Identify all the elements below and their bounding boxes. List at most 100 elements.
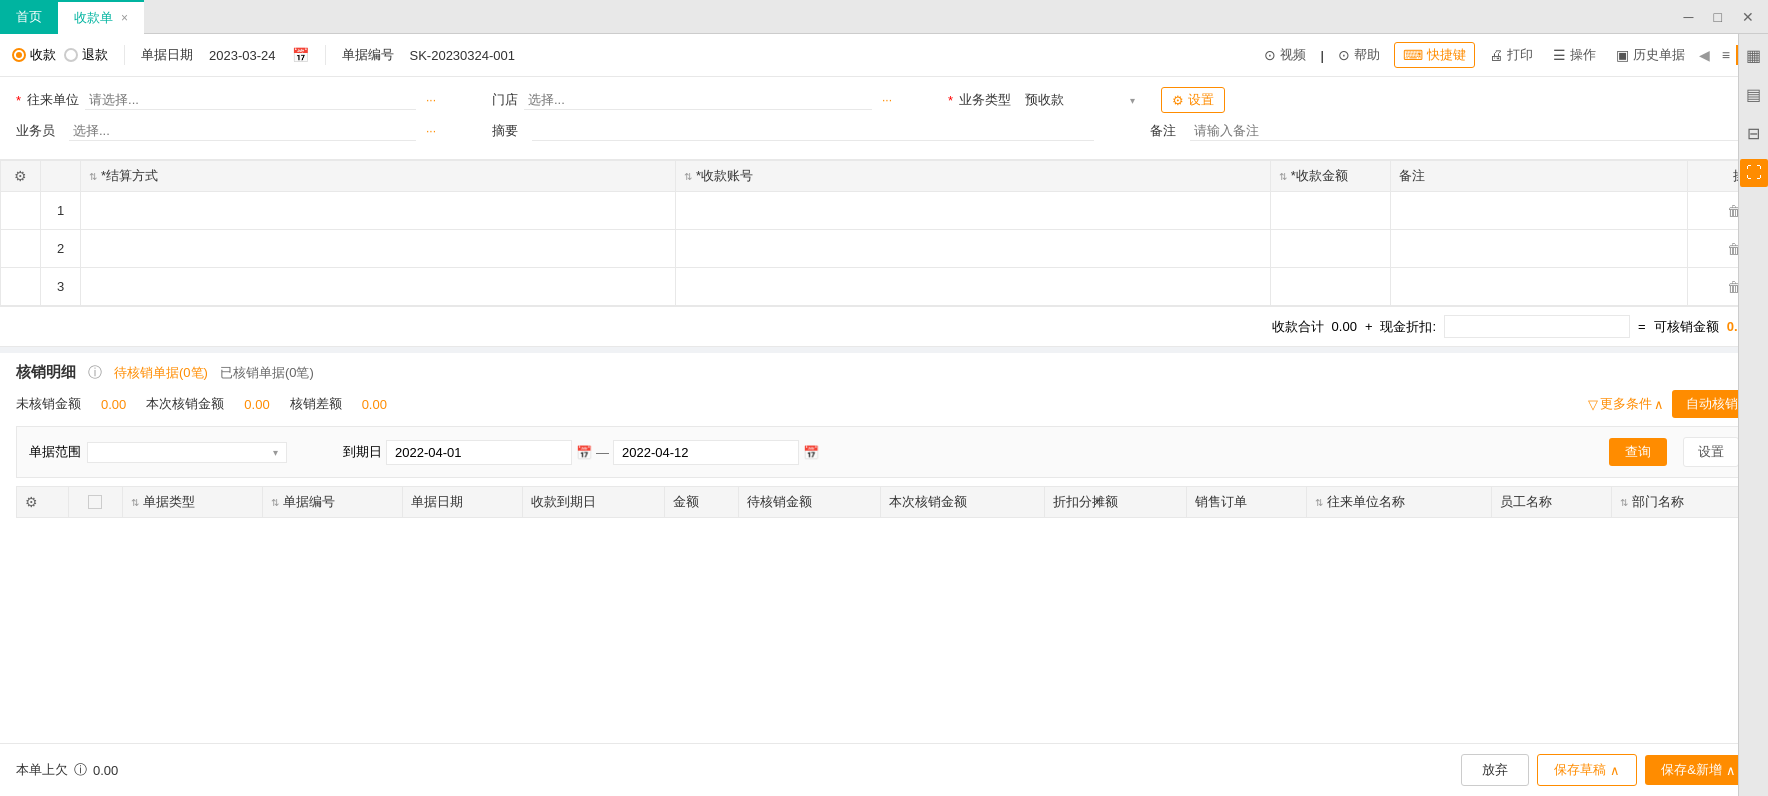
help-label: 帮助 <box>1354 46 1380 64</box>
bottom-table-wrapper: ⚙ ⇅ 单据类型 <box>16 486 1752 518</box>
td-settings-2 <box>1 230 41 268</box>
th-remark-label: 备注 <box>1399 168 1425 183</box>
pending-tab[interactable]: 待核销单据(0笔) <box>114 364 208 382</box>
video-button[interactable]: ⊙ 视频 <box>1258 44 1312 66</box>
calendar-start-icon[interactable]: 📅 <box>576 445 592 460</box>
table-row: 3 🗑 ⧉ <box>1 268 1768 306</box>
form-section: * 往来单位 ··· 门店 ··· * 业务类型 预收款 ▾ ⚙ 设置 <box>0 77 1768 160</box>
calendar-icon[interactable]: 📅 <box>292 47 309 63</box>
td-settlement-3[interactable] <box>81 268 676 306</box>
date-value: 2023-03-24 <box>209 48 276 63</box>
sidebar-icon-3[interactable]: ⊟ <box>1743 120 1764 147</box>
history-button[interactable]: ▣ 历史单据 <box>1610 44 1691 66</box>
calendar-end-icon[interactable]: 📅 <box>803 445 819 460</box>
bill-range-arrow-icon: ▾ <box>273 447 278 458</box>
store-input[interactable] <box>524 90 872 110</box>
td-remark-1[interactable] <box>1390 192 1687 230</box>
due-date-end-input[interactable] <box>613 440 799 465</box>
list-view-icon[interactable]: ≡ <box>1718 45 1734 65</box>
bill-range-select[interactable]: ▾ <box>87 442 287 463</box>
discount-input[interactable] <box>1444 315 1630 338</box>
date-separator: — <box>596 445 609 460</box>
tab-home[interactable]: 首页 <box>0 0 58 34</box>
bth-pending-amount: 待核销金额 <box>739 487 881 518</box>
save-new-label: 保存&新增 <box>1661 761 1722 779</box>
remark-input[interactable] <box>1190 121 1752 141</box>
verify-section: 核销明细 ⓘ 待核销单据(0笔) 已核销单据(0笔) 未核销金额 0.00 本次… <box>0 347 1768 528</box>
td-amount-1[interactable] <box>1270 192 1390 230</box>
shortcut-button[interactable]: ⌨ 快捷键 <box>1394 42 1475 68</box>
radio-receipt[interactable]: 收款 <box>12 46 56 64</box>
sidebar-icon-1[interactable]: ▦ <box>1742 42 1765 69</box>
abandon-button[interactable]: 放弃 <box>1461 754 1529 786</box>
history-label: 历史单据 <box>1633 46 1685 64</box>
staff-input[interactable] <box>69 121 416 141</box>
more-conditions-btn[interactable]: ▽ 更多条件 ∧ <box>1588 395 1664 413</box>
query-button[interactable]: 查询 <box>1609 438 1667 466</box>
td-account-3[interactable] <box>675 268 1270 306</box>
help-icon: ⊙ <box>1338 47 1350 63</box>
radio-refund[interactable]: 退款 <box>64 46 108 64</box>
footer-value: 0.00 <box>93 763 118 778</box>
print-button[interactable]: 🖨 打印 <box>1483 44 1539 66</box>
help-button[interactable]: ⊙ 帮助 <box>1332 44 1386 66</box>
bth-bill-type-sort-icon: ⇅ <box>131 497 139 508</box>
video-label: 视频 <box>1280 46 1306 64</box>
biz-type-arrow-icon[interactable]: ▾ <box>1130 95 1135 106</box>
bth-bill-date: 单据日期 <box>403 487 522 518</box>
td-account-2[interactable] <box>675 230 1270 268</box>
td-remark-2[interactable] <box>1390 230 1687 268</box>
operate-button[interactable]: ☰ 操作 <box>1547 44 1602 66</box>
close-button[interactable]: ✕ <box>1736 7 1760 27</box>
tab-receipt[interactable]: 收款单 × <box>58 0 144 34</box>
summary-input[interactable] <box>532 121 1094 141</box>
th-account: ⇅ *收款账号 <box>675 161 1270 192</box>
print-icon: 🖨 <box>1489 47 1503 63</box>
bth-amount: 金额 <box>664 487 738 518</box>
settings-button[interactable]: ⚙ 设置 <box>1161 87 1225 113</box>
form-row-2: 业务员 ··· 摘要 备注 <box>16 121 1752 141</box>
td-amount-2[interactable] <box>1270 230 1390 268</box>
td-settings-1 <box>1 192 41 230</box>
nav-left-icon[interactable]: ◀ <box>1699 47 1710 63</box>
filter-row: 单据范围 ▾ 到期日 📅 — 📅 查询 设置 <box>16 426 1752 478</box>
td-account-1[interactable] <box>675 192 1270 230</box>
unverified-label: 未核销金额 <box>16 395 81 413</box>
date-label: 单据日期 <box>141 46 193 64</box>
td-remark-3[interactable] <box>1390 268 1687 306</box>
bth-counterpart-sort-icon: ⇅ <box>1315 497 1323 508</box>
td-settlement-1[interactable] <box>81 192 676 230</box>
td-amount-3[interactable] <box>1270 268 1390 306</box>
verify-info-icon[interactable]: ⓘ <box>88 364 102 382</box>
due-date-start-input[interactable] <box>386 440 572 465</box>
done-tab[interactable]: 已核销单据(0笔) <box>220 364 314 382</box>
verify-stats: 未核销金额 0.00 本次核销金额 0.00 核销差额 0.00 ▽ 更多条件 … <box>16 390 1752 418</box>
tab-close-icon[interactable]: × <box>121 11 128 25</box>
operate-icon: ☰ <box>1553 47 1566 63</box>
due-date-label: 到期日 <box>343 443 382 461</box>
plus-symbol: + <box>1365 319 1373 334</box>
counterpart-input[interactable] <box>85 90 416 110</box>
staff-more-icon[interactable]: ··· <box>426 124 436 138</box>
counterpart-more-icon[interactable]: ··· <box>426 93 436 107</box>
history-icon: ▣ <box>1616 47 1629 63</box>
bottom-table-settings-icon[interactable]: ⚙ <box>25 494 38 510</box>
sidebar-icon-4[interactable]: ⛶ <box>1740 159 1768 187</box>
verify-settings-button[interactable]: 设置 <box>1683 437 1739 467</box>
store-more-icon[interactable]: ··· <box>882 93 892 107</box>
save-new-button[interactable]: 保存&新增 ∧ <box>1645 755 1752 785</box>
footer-info-icon[interactable]: ⓘ <box>74 761 87 779</box>
staff-label: 业务员 <box>16 122 55 140</box>
save-draft-button[interactable]: 保存草稿 ∧ <box>1537 754 1637 786</box>
toolbar-right: ⊙ 视频 | ⊙ 帮助 ⌨ 快捷键 🖨 打印 ☰ 操作 ▣ 历史单据 <box>1258 42 1756 68</box>
td-settlement-2[interactable] <box>81 230 676 268</box>
toolbar-row: 收款 退款 单据日期 2023-03-24 📅 单据编号 SK-20230324… <box>0 34 1768 77</box>
footer-right: 放弃 保存草稿 ∧ 保存&新增 ∧ <box>1461 754 1752 786</box>
table-settings-icon[interactable]: ⚙ <box>14 168 27 184</box>
maximize-button[interactable]: □ <box>1708 7 1728 27</box>
can-verify-label: 可核销金额 <box>1654 318 1719 336</box>
sidebar-icon-2[interactable]: ▤ <box>1742 81 1765 108</box>
bth-staff-name: 员工名称 <box>1492 487 1611 518</box>
minimize-button[interactable]: ─ <box>1678 7 1700 27</box>
select-all-checkbox[interactable] <box>88 495 102 509</box>
